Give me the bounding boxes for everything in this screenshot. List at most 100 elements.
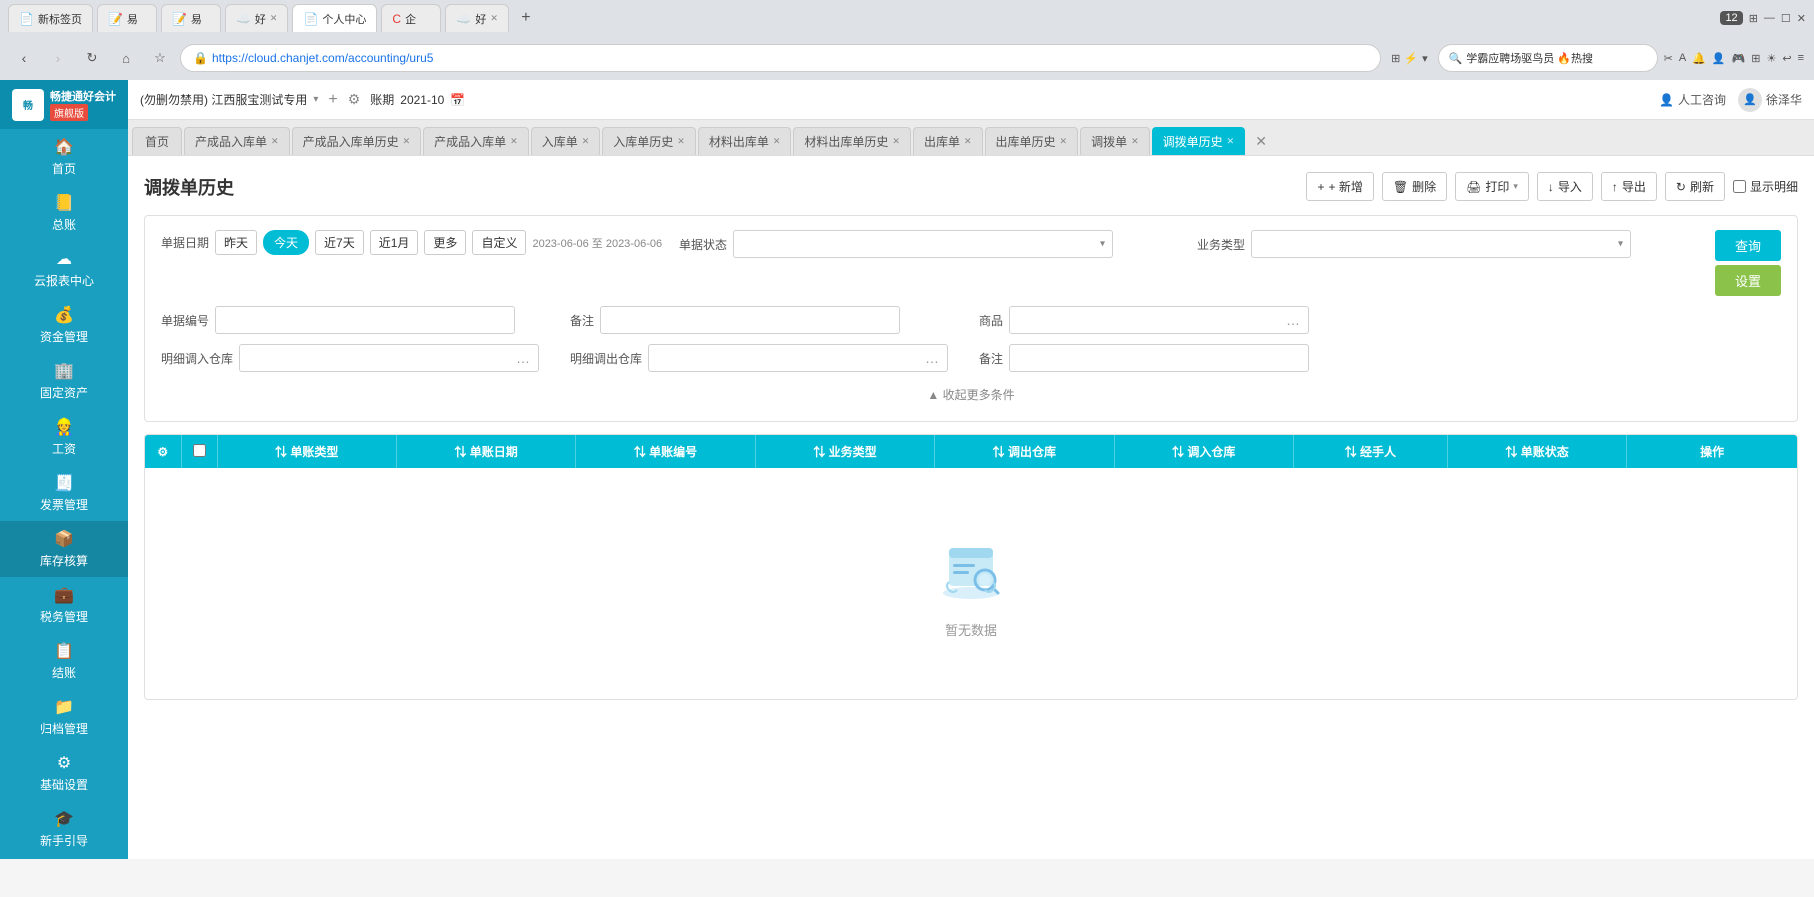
status-select[interactable] [733, 230, 1113, 258]
sidebar-item-ledger[interactable]: 📒总账 [0, 185, 128, 241]
browser-tab[interactable]: 📄新标签页 [8, 4, 93, 32]
th-biz-type[interactable]: ⇅ 业务类型 [755, 435, 934, 468]
sidebar-item-fund[interactable]: 💰资金管理 [0, 297, 128, 353]
sidebar-item-guide[interactable]: 🎓新手引导 [0, 801, 128, 857]
detail-out-dots-icon[interactable]: … [925, 350, 939, 366]
topbar: (勿删勿禁用) 江西服宝测试专用 ▾ + ⚙ 账期 2021-10 📅 👤 人工… [128, 80, 1814, 120]
date-btn-today[interactable]: 今天 [263, 230, 309, 255]
tab-product-in-history[interactable]: 产成品入库单历史✕ [292, 127, 422, 155]
tab-inbound-history[interactable]: 入库单历史✕ [602, 127, 696, 155]
goods-input[interactable] [1018, 313, 1286, 327]
biz-type-select[interactable] [1251, 230, 1631, 258]
new-tab-btn[interactable]: + [513, 5, 539, 31]
settings-btn[interactable]: ⚙ [348, 91, 361, 108]
tab-product-in-2[interactable]: 产成品入库单✕ [423, 127, 529, 155]
company-selector[interactable]: (勿删勿禁用) 江西服宝测试专用 ▾ [140, 91, 318, 108]
sidebar-item-inventory[interactable]: 📦库存核算 [0, 521, 128, 577]
minimize-icon[interactable]: — [1764, 12, 1775, 24]
tab-outbound-history[interactable]: 出库单历史✕ [985, 127, 1079, 155]
delete-btn[interactable]: 🗑删除 [1382, 172, 1447, 201]
sidebar-item-fixed-assets[interactable]: 🏢固定资产 [0, 353, 128, 409]
tab-close-all[interactable]: ✕ [1247, 127, 1275, 155]
tab-outbound[interactable]: 出库单✕ [913, 127, 983, 155]
maximize-icon[interactable]: ☐ [1781, 12, 1791, 25]
tab-inbound[interactable]: 入库单✕ [531, 127, 601, 155]
tab-transfer-history[interactable]: 调拨单历史✕ [1152, 127, 1246, 155]
sidebar-item-home[interactable]: 🏠首页 [0, 129, 128, 185]
sidebar-item-closing[interactable]: 📋结账 [0, 633, 128, 689]
address-input[interactable]: 🔒 https://cloud.chanjet.com/accounting/u… [180, 44, 1381, 72]
browser-tab-6[interactable]: ☁️好✕ [445, 4, 509, 32]
remark-input[interactable] [1009, 344, 1309, 372]
display-detail-checkbox-wrapper[interactable]: 显示明细 [1733, 178, 1798, 195]
import-btn[interactable]: ↓导入 [1537, 172, 1593, 201]
sidebar-item-member[interactable]: ♥畅会员 [0, 857, 128, 859]
date-btn-custom[interactable]: 自定义 [472, 230, 526, 255]
toolbar: ++ 新增 🗑删除 🖨打印▾ ↓导入 ↑导出 ↻刷新 [1306, 172, 1798, 201]
export-btn[interactable]: ↑导出 [1601, 172, 1657, 201]
user-avatar[interactable]: 👤 徐泽华 [1738, 88, 1802, 112]
bookmark-btn[interactable]: ☆ [146, 44, 174, 72]
close-icon[interactable]: ✕ [1797, 12, 1806, 25]
sidebar: 畅 畅捷通好会计 旗舰版 🏠首页 📒总账 ☁云报表中心 💰资金管理 🏢固定资产 … [0, 80, 128, 859]
back-btn[interactable]: ‹ [10, 44, 38, 72]
th-date[interactable]: ⇅ 单账日期 [396, 435, 575, 468]
th-handler[interactable]: ⇅ 经手人 [1293, 435, 1447, 468]
tab-home[interactable]: 首页 [132, 127, 182, 155]
sidebar-item-cloud-report[interactable]: ☁云报表中心 [0, 241, 128, 297]
date-range-display: 2023-06-06 至 2023-06-06 [532, 235, 662, 251]
detail-in-dots-icon[interactable]: … [516, 350, 530, 366]
tab-material-out-history[interactable]: 材料出库单历史✕ [793, 127, 911, 155]
date-btn-yesterday[interactable]: 昨天 [215, 230, 257, 255]
collapse-btn[interactable]: ▲ 收起更多条件 [161, 382, 1781, 407]
tab-product-in[interactable]: 产成品入库单✕ [184, 127, 290, 155]
remark-label: 备注 [979, 350, 1003, 367]
sidebar-item-salary[interactable]: 👷工资 [0, 409, 128, 465]
th-status[interactable]: ⇅ 单账状态 [1447, 435, 1626, 468]
date-btn-1month[interactable]: 近1月 [370, 230, 419, 255]
refresh-btn[interactable]: ↻刷新 [1665, 172, 1725, 201]
forward-btn[interactable]: › [44, 44, 72, 72]
period-selector[interactable]: 账期 2021-10 📅 [370, 91, 465, 108]
tab-transfer[interactable]: 调拨单✕ [1080, 127, 1150, 155]
browser-tab-2[interactable]: 📝易 [97, 4, 157, 32]
goods-dots-icon[interactable]: … [1286, 312, 1300, 328]
th-type[interactable]: ⇅ 单账类型 [217, 435, 396, 468]
query-btn[interactable]: 查询 [1715, 230, 1781, 261]
browser-tab-active[interactable]: 📄个人中心 [292, 4, 377, 32]
browser-tab-5[interactable]: C企 [381, 4, 441, 32]
order-no-input[interactable] [215, 306, 515, 334]
th-out-warehouse[interactable]: ⇅ 调出仓库 [935, 435, 1114, 468]
th-settings[interactable]: ⚙ [145, 435, 181, 468]
refresh-browser-btn[interactable]: ↻ [78, 44, 106, 72]
sidebar-item-archive[interactable]: 📁归档管理 [0, 689, 128, 745]
browser-tab-4[interactable]: ☁️好✕ [225, 4, 289, 32]
sidebar-item-invoice[interactable]: 🧾发票管理 [0, 465, 128, 521]
extensions-icon[interactable]: ⊞ [1749, 12, 1758, 25]
new-btn[interactable]: ++ 新增 [1306, 172, 1373, 201]
detail-in-input[interactable] [248, 351, 516, 365]
tab-material-out[interactable]: 材料出库单✕ [698, 127, 792, 155]
display-detail-checkbox[interactable] [1733, 180, 1746, 193]
date-btn-7days[interactable]: 近7天 [315, 230, 364, 255]
detail-out-input[interactable] [657, 351, 925, 365]
th-no[interactable]: ⇅ 单账编号 [576, 435, 755, 468]
support-btn[interactable]: 👤 人工咨询 [1659, 91, 1726, 108]
select-all-checkbox[interactable] [193, 444, 206, 457]
browser-tab-3[interactable]: 📝易 [161, 4, 221, 32]
browser-search-box[interactable]: 🔍 学霸应聘场驱鸟员 🔥热搜 [1438, 44, 1658, 72]
home-btn[interactable]: ⌂ [112, 44, 140, 72]
sidebar-item-tax[interactable]: 💼税务管理 [0, 577, 128, 633]
sidebar-item-basic-settings[interactable]: ⚙基础设置 [0, 745, 128, 801]
th-checkbox[interactable] [181, 435, 217, 468]
note-input[interactable] [600, 306, 900, 334]
settings-filter-btn[interactable]: 设置 [1715, 265, 1781, 296]
avatar-icon: 👤 [1738, 88, 1762, 112]
empty-row: 暂无数据 [145, 468, 1797, 699]
logo-text: 畅捷通好会计 [50, 88, 116, 104]
th-in-warehouse[interactable]: ⇅ 调入仓库 [1114, 435, 1293, 468]
add-company-btn[interactable]: + [328, 91, 337, 109]
print-btn[interactable]: 🖨打印▾ [1455, 172, 1529, 201]
browser-chrome: 📄新标签页 📝易 📝易 ☁️好✕ 📄个人中心 C企 ☁️好✕ + 12 ⊞ — … [0, 0, 1814, 36]
date-btn-more[interactable]: 更多 [424, 230, 466, 255]
